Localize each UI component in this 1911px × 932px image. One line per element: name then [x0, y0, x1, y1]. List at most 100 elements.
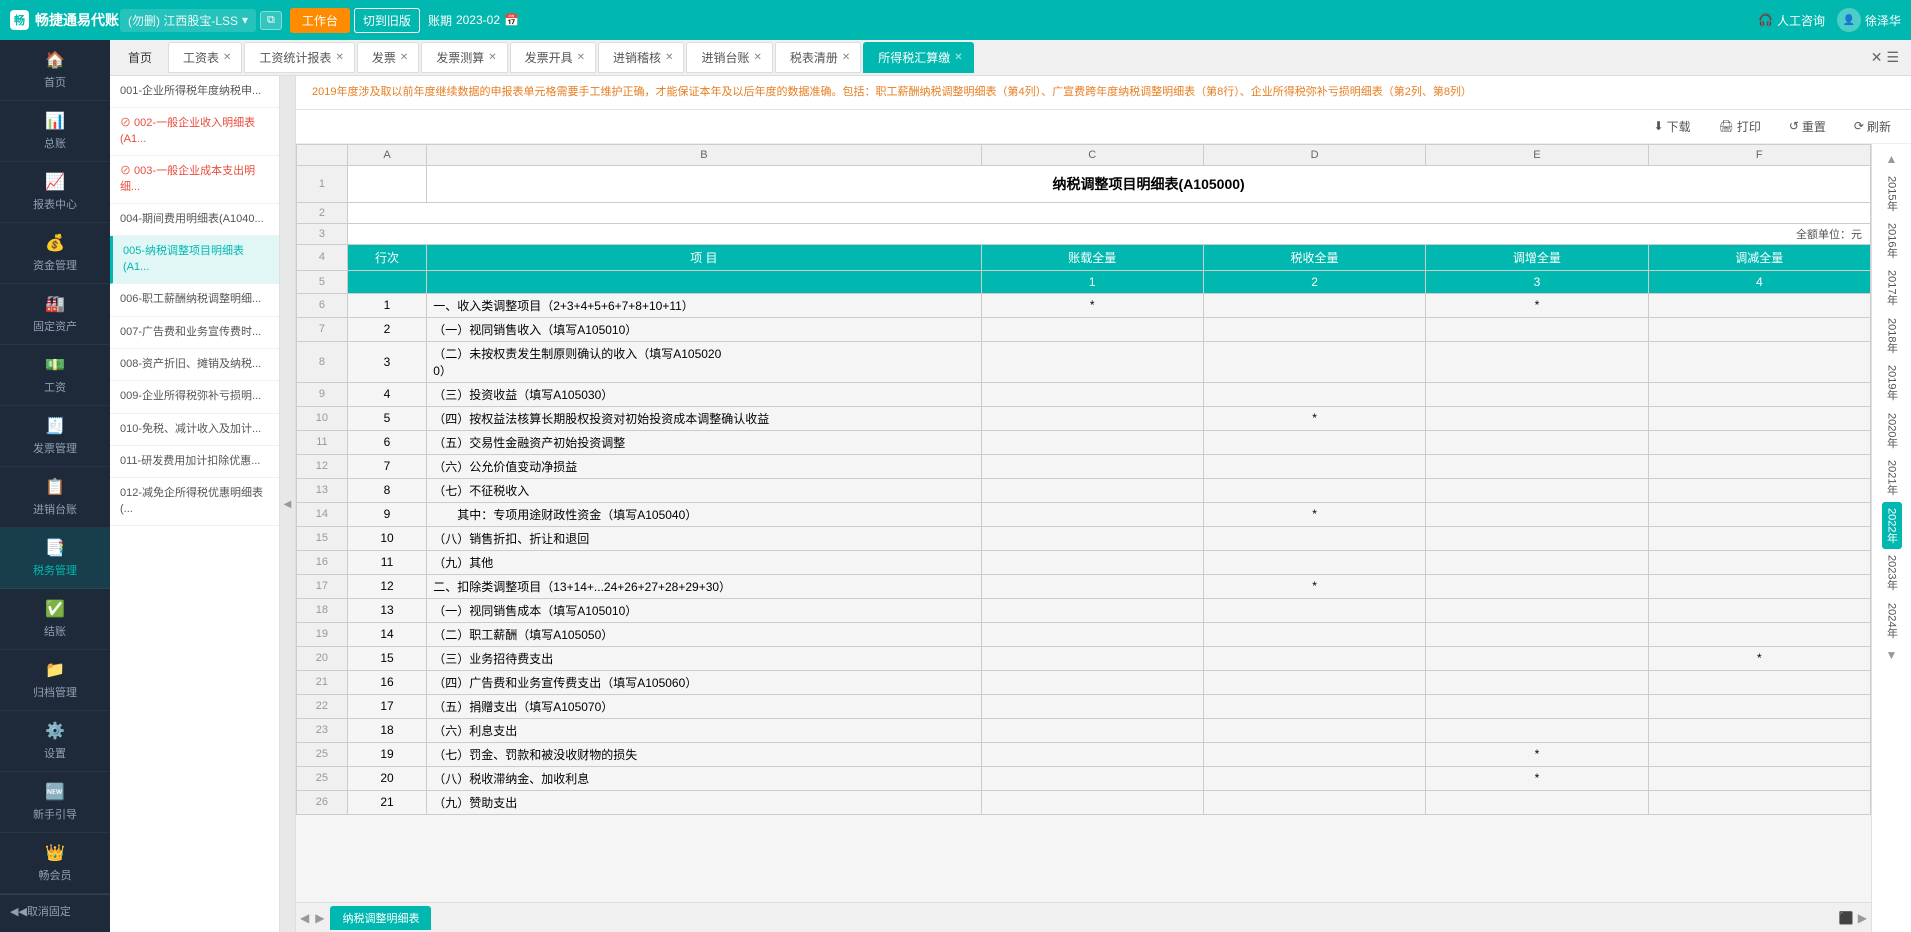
left-nav-item-6[interactable]: 006-职工薪酬纳税调整明细... — [110, 284, 279, 316]
year-scroll-down-btn[interactable]: ▼ — [1874, 644, 1910, 666]
company-selector[interactable]: (勿删) 江西股宝-LSS ▾ — [120, 9, 256, 32]
year-scroll-up-btn[interactable]: ▲ — [1874, 148, 1910, 170]
year-2019[interactable]: 2019年 — [1882, 359, 1902, 406]
table-row[interactable]: 20 15 （三）业务招待费支出 * — [297, 646, 1871, 670]
tab-sales-ledger-close[interactable]: ✕ — [753, 52, 761, 63]
year-2015[interactable]: 2015年 — [1882, 170, 1902, 217]
sidebar-item-settings[interactable]: ⚙️ 设置 — [0, 711, 110, 772]
table-row[interactable]: 14 9 其中：专项用途财政性资金（填写A105040） * — [297, 502, 1871, 526]
hscroll-left[interactable]: ⬛ — [1839, 911, 1854, 925]
left-nav-item-3[interactable]: ⊘ 003-一般企业成本支出明细... — [110, 156, 279, 204]
left-nav-item-10[interactable]: 010-免税、减计收入及加计... — [110, 414, 279, 446]
download-btn[interactable]: ⬇ 下载 — [1644, 114, 1701, 139]
tab-invoice-open[interactable]: 发票开具 ✕ — [510, 42, 596, 73]
sidebar-item-tax[interactable]: 📑 税务管理 — [0, 528, 110, 589]
table-row[interactable]: 25 19 （七）罚金、罚款和被没收财物的损失 * — [297, 742, 1871, 766]
left-nav-item-1[interactable]: 001-企业所得税年度纳税申... — [110, 76, 279, 108]
tab-income-tax-close[interactable]: ✕ — [954, 52, 962, 63]
tab-tax-table[interactable]: 税表清册 ✕ — [775, 42, 861, 73]
sidebar-item-ledger[interactable]: 📊 总账 — [0, 101, 110, 162]
tab-tax-table-close[interactable]: ✕ — [842, 52, 850, 63]
table-row[interactable]: 18 13 （一）视同销售成本（填写A105010） — [297, 598, 1871, 622]
table-row[interactable]: 13 8 （七）不征税收入 — [297, 478, 1871, 502]
print-btn[interactable]: 🖨 打印 — [1709, 114, 1771, 139]
consult-btn[interactable]: 🎧 人工咨询 — [1758, 12, 1825, 29]
tab-wage-stat[interactable]: 工资统计报表 ✕ — [244, 42, 354, 73]
switch-version-btn[interactable]: 切到旧版 — [354, 8, 420, 33]
workbench-btn[interactable]: 工作台 — [290, 8, 350, 33]
hscroll-right[interactable]: ▶ — [1858, 911, 1867, 925]
year-2022[interactable]: 2022年 — [1882, 502, 1902, 549]
left-nav-item-12[interactable]: 012-减免企所得税优惠明细表(... — [110, 478, 279, 526]
sidebar-item-guide[interactable]: 🆕 新手引导 — [0, 772, 110, 833]
left-nav-item-5[interactable]: 005-纳税调整项目明细表(A1... — [110, 236, 279, 284]
year-2023[interactable]: 2023年 — [1882, 549, 1902, 596]
table-row[interactable]: 12 7 （六）公允价值变动净损益 — [297, 454, 1871, 478]
table-row[interactable]: 7 2 （一）视同销售收入（填写A105010） — [297, 317, 1871, 341]
table-row[interactable]: 23 18 （六）利息支出 — [297, 718, 1871, 742]
asset-icon: 💰 — [45, 233, 65, 253]
year-2020[interactable]: 2020年 — [1882, 407, 1902, 454]
sheet-content[interactable]: A B C D E F — [296, 144, 1871, 903]
left-nav-collapse-btn[interactable]: ◀ — [280, 76, 296, 932]
tab-wage[interactable]: 工资表 ✕ — [168, 42, 242, 73]
tab-close-all-btn[interactable]: ✕ — [1871, 49, 1883, 66]
sidebar-item-report[interactable]: 📈 报表中心 — [0, 162, 110, 223]
table-row[interactable]: 10 5 （四）按权益法核算长期股权投资对初始投资成本调整确认收益 * — [297, 406, 1871, 430]
year-2024[interactable]: 2024年 — [1882, 597, 1902, 644]
sidebar-item-invoice[interactable]: 🧾 发票管理 — [0, 406, 110, 467]
tab-menu-btn[interactable]: ☰ — [1886, 49, 1899, 66]
tab-sales-ledger[interactable]: 进销台账 ✕ — [686, 42, 772, 73]
refresh-btn[interactable]: ⟳ 刷新 — [1844, 114, 1901, 139]
tab-income-tax[interactable]: 所得税汇算缴 ✕ — [863, 42, 973, 73]
sheet-scroll-right[interactable]: ▶ — [315, 911, 324, 925]
table-row[interactable]: 26 21 （九）赞助支出 — [297, 790, 1871, 814]
sidebar-item-purchase[interactable]: 📋 进销台账 — [0, 467, 110, 528]
table-row[interactable]: 15 10 （八）销售折扣、折让和退回 — [297, 526, 1871, 550]
left-nav-item-8[interactable]: 008-资产折旧、摊销及纳税... — [110, 349, 279, 381]
sidebar-collapse-btn[interactable]: ◀◀ 取消固定 — [0, 894, 110, 927]
table-row[interactable]: 8 3 （二）未按权责发生制原则确认的收入（填写A1050200） — [297, 341, 1871, 382]
sheet-scroll-left[interactable]: ◀ — [300, 911, 309, 925]
sidebar-item-member[interactable]: 👑 畅会员 — [0, 833, 110, 894]
sidebar-item-close[interactable]: ✅ 结账 — [0, 589, 110, 650]
year-2017[interactable]: 2017年 — [1882, 264, 1902, 311]
year-2018[interactable]: 2018年 — [1882, 312, 1902, 359]
left-nav-item-4[interactable]: 004-期间费用明细表(A1040... — [110, 204, 279, 236]
tab-sales-check-close[interactable]: ✕ — [665, 52, 673, 63]
table-row[interactable]: 22 17 （五）捐赠支出（填写A105070） — [297, 694, 1871, 718]
tab-sales-check[interactable]: 进销稽核 ✕ — [598, 42, 684, 73]
left-nav-item-2[interactable]: ⊘ 002-一般企业收入明细表(A1... — [110, 108, 279, 156]
table-row[interactable]: 16 11 （九）其他 — [297, 550, 1871, 574]
sidebar-item-home[interactable]: 🏠 首页 — [0, 40, 110, 101]
left-nav-item-9[interactable]: 009-企业所得税弥补亏损明... — [110, 381, 279, 413]
tab-invoice-calc[interactable]: 发票测算 ✕ — [421, 42, 507, 73]
left-nav-item-7[interactable]: 007-广告费和业务宣传费时... — [110, 317, 279, 349]
sidebar-item-archive[interactable]: 📁 归档管理 — [0, 650, 110, 711]
table-row[interactable]: 21 16 （四）广告费和业务宣传费支出（填写A105060） — [297, 670, 1871, 694]
calendar-icon[interactable]: 📅 — [504, 13, 519, 27]
year-2016[interactable]: 2016年 — [1882, 217, 1902, 264]
tab-wage-close[interactable]: ✕ — [223, 52, 231, 63]
table-row[interactable]: 19 14 （二）职工薪酬（填写A105050） — [297, 622, 1871, 646]
reset-btn[interactable]: ↺ 重置 — [1779, 114, 1836, 139]
tab-wage-stat-close[interactable]: ✕ — [335, 52, 343, 63]
table-row[interactable]: 25 20 （八）税收滞纳金、加收利息 * — [297, 766, 1871, 790]
left-nav-item-11[interactable]: 011-研发费用加计扣除优惠... — [110, 446, 279, 478]
year-2021[interactable]: 2021年 — [1882, 454, 1902, 501]
table-row[interactable]: 6 1 一、收入类调整项目（2+3+4+5+6+7+8+10+11） * * — [297, 293, 1871, 317]
sheet-tab-active[interactable]: 纳税调整明细表 — [330, 906, 431, 930]
tab-invoice-close[interactable]: ✕ — [400, 52, 408, 63]
table-row[interactable]: 11 6 （五）交易性金融资产初始投资调整 — [297, 430, 1871, 454]
tab-invoice-open-close[interactable]: ✕ — [577, 52, 585, 63]
sidebar-item-fixed[interactable]: 🏭 固定资产 — [0, 284, 110, 345]
table-row[interactable]: 17 12 二、扣除类调整项目（13+14+...24+26+27+28+29+… — [297, 574, 1871, 598]
copy-company-btn[interactable]: ⧉ — [260, 11, 282, 30]
tab-home[interactable]: 首页 — [114, 43, 166, 72]
table-row[interactable]: 9 4 （三）投资收益（填写A105030） — [297, 382, 1871, 406]
tab-invoice[interactable]: 发票 ✕ — [357, 42, 419, 73]
sidebar-item-wage[interactable]: 💵 工资 — [0, 345, 110, 406]
user-menu[interactable]: 👤 徐泽华 — [1837, 8, 1901, 32]
sidebar-item-asset[interactable]: 💰 资金管理 — [0, 223, 110, 284]
tab-invoice-calc-close[interactable]: ✕ — [488, 52, 496, 63]
